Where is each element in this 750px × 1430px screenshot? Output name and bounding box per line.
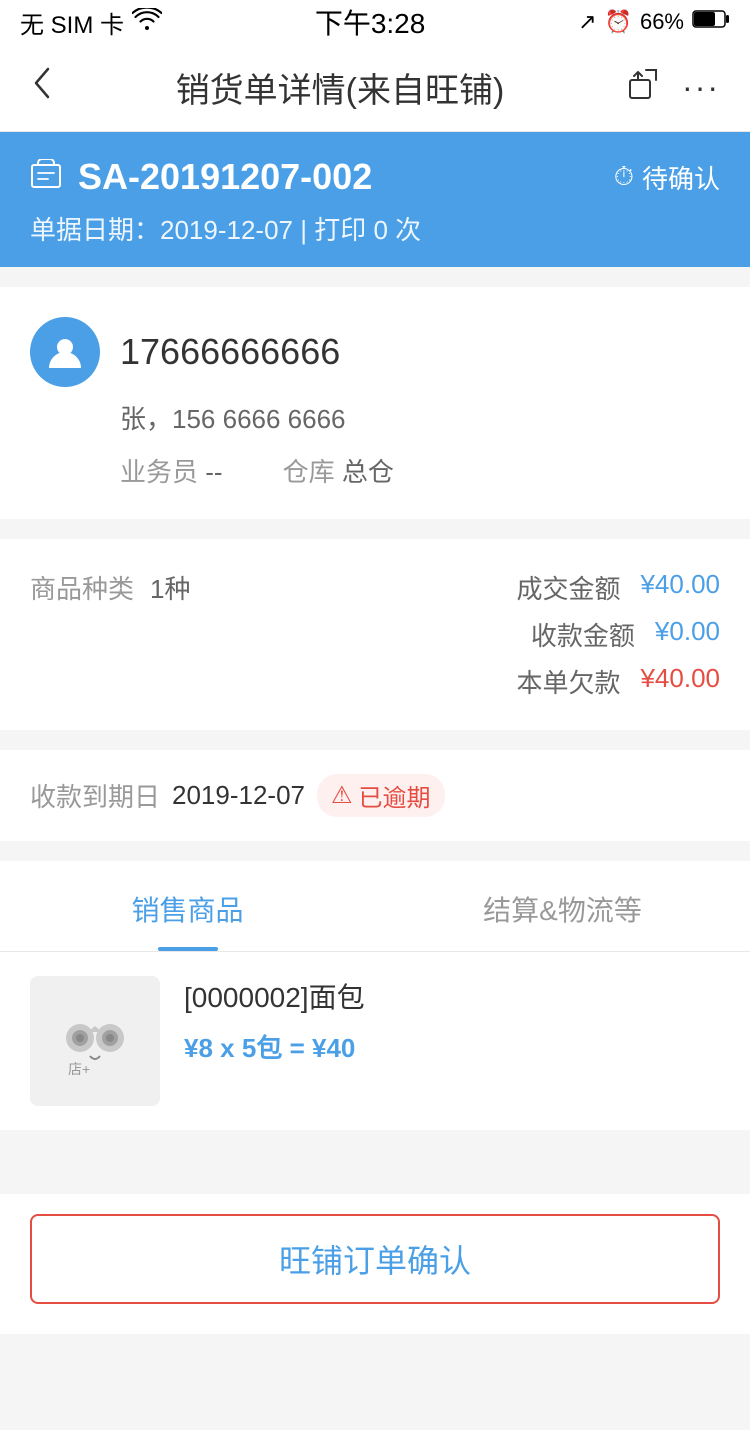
more-button[interactable]: ··· (682, 69, 720, 106)
tab-settlement[interactable]: 结算&物流等 (375, 861, 750, 951)
order-header: SA-20191207-002 ⏱ 待确认 单据日期：2019-12-07 | … (0, 132, 750, 267)
order-icon (30, 156, 66, 198)
battery-icon (692, 9, 730, 35)
goods-type: 商品种类 1种 (30, 569, 190, 606)
warehouse-info: 仓库 总仓 (283, 452, 394, 489)
confirm-order-button[interactable]: 旺铺订单确认 (30, 1214, 720, 1304)
battery-text: 66% (640, 9, 684, 35)
product-list: 店+ [0000002]面包 ¥8 x 5包 = ¥40 (0, 952, 750, 1130)
location-icon: ↗ (578, 9, 596, 35)
tab-products[interactable]: 销售商品 (0, 861, 375, 951)
back-button[interactable] (30, 63, 54, 112)
page-title: 销货单详情(来自旺铺) (176, 63, 505, 112)
product-item: 店+ [0000002]面包 ¥8 x 5包 = ¥40 (30, 976, 720, 1106)
order-status: ⏱ 待确认 (614, 159, 720, 196)
clock-icon: ⏱ (614, 161, 634, 193)
order-id: SA-20191207-002 (30, 156, 372, 198)
status-left: 无 SIM 卡 (20, 5, 162, 40)
nav-right-actions: ··· (626, 66, 720, 110)
tab-bar: 销售商品 结算&物流等 (0, 861, 750, 952)
avatar (30, 317, 100, 387)
customer-meta: 业务员 -- 仓库 总仓 (120, 452, 720, 489)
order-date: 单据日期：2019-12-07 | 打印 0 次 (30, 210, 720, 247)
alarm-icon: ⏰ (605, 9, 632, 35)
status-time: 下午3:28 (315, 2, 426, 42)
status-right: ↗ ⏰ 66% (578, 9, 730, 35)
product-image: 店+ (30, 976, 160, 1106)
svg-text:店+: 店+ (68, 1061, 90, 1076)
product-name: [0000002]面包 (184, 976, 720, 1016)
customer-card: 17666666666 张，156 6666 6666 业务员 -- 仓库 总仓 (0, 287, 750, 519)
order-summary: 商品种类 1种 成交金额 ¥40.00 收款金额 ¥0.00 本单欠款 ¥40.… (0, 539, 750, 730)
product-details: [0000002]面包 ¥8 x 5包 = ¥40 (184, 976, 720, 1065)
sales-info: 业务员 -- (120, 452, 223, 489)
customer-name: 张，156 6666 6666 (120, 399, 720, 436)
overdue-badge: ⚠ 已逾期 (317, 774, 445, 817)
warning-icon: ⚠ (331, 781, 353, 810)
status-bar: 无 SIM 卡 下午3:28 ↗ ⏰ 66% (0, 0, 750, 44)
wifi-icon (132, 8, 162, 37)
product-price: ¥8 x 5包 = ¥40 (184, 1028, 720, 1065)
bottom-bar: 旺铺订单确认 (0, 1194, 750, 1334)
share-icon[interactable] (626, 66, 662, 110)
amount-summary: 成交金额 ¥40.00 收款金额 ¥0.00 本单欠款 ¥40.00 (516, 569, 720, 700)
nav-bar: 销货单详情(来自旺铺) ··· (0, 44, 750, 132)
due-date-section: 收款到期日 2019-12-07 ⚠ 已逾期 (0, 750, 750, 841)
carrier-text: 无 SIM 卡 (20, 5, 124, 40)
customer-phone: 17666666666 (120, 331, 340, 373)
